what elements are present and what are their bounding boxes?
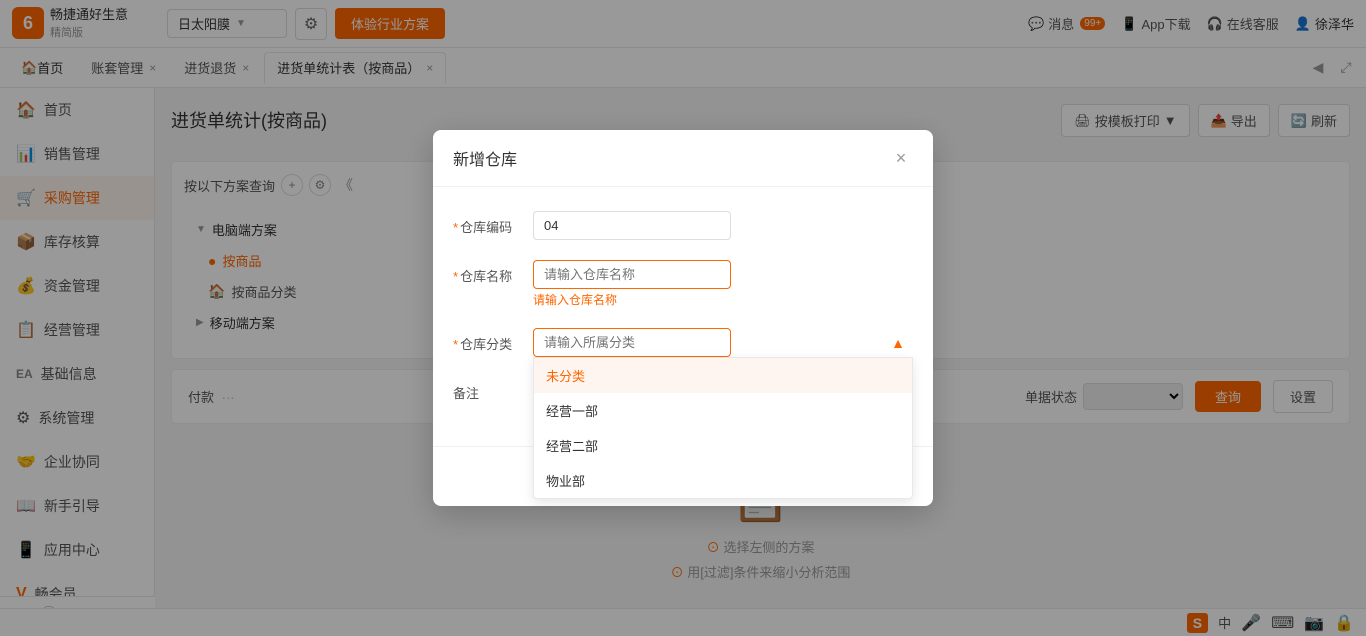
modal-overlay: 新增仓库 × 仓库编码 仓库名称 请输入仓库名称 仓库分类 — [0, 0, 1366, 636]
dropdown-item-1[interactable]: 经营一部 — [534, 393, 912, 428]
form-group-name: 仓库名称 请输入仓库名称 — [453, 260, 913, 308]
category-dropdown: 未分类 经营一部 经营二部 物业部 — [533, 357, 913, 499]
code-field-wrap — [533, 211, 913, 240]
note-label: 备注 — [453, 377, 533, 402]
form-group-category: 仓库分类 ▲ 未分类 经营一部 经营二部 物业部 — [453, 328, 913, 357]
category-input[interactable] — [533, 328, 731, 357]
category-arrow-up-icon: ▲ — [891, 335, 905, 351]
dropdown-item-2[interactable]: 经营二部 — [534, 428, 912, 463]
name-label: 仓库名称 — [453, 260, 533, 285]
modal-header: 新增仓库 × — [433, 130, 933, 187]
category-field-wrap: ▲ 未分类 经营一部 经营二部 物业部 — [533, 328, 913, 357]
form-group-code: 仓库编码 — [453, 211, 913, 240]
name-field-wrap: 请输入仓库名称 — [533, 260, 913, 308]
warehouse-name-input[interactable] — [533, 260, 731, 289]
dropdown-item-0[interactable]: 未分类 — [534, 358, 912, 393]
modal-title: 新增仓库 — [453, 146, 517, 170]
code-label: 仓库编码 — [453, 211, 533, 236]
category-label: 仓库分类 — [453, 328, 533, 353]
dropdown-item-3[interactable]: 物业部 — [534, 463, 912, 498]
category-select-wrap: ▲ — [533, 328, 913, 357]
modal-body: 仓库编码 仓库名称 请输入仓库名称 仓库分类 ▲ — [433, 187, 933, 446]
name-error-msg: 请输入仓库名称 — [533, 291, 913, 308]
modal-add-warehouse: 新增仓库 × 仓库编码 仓库名称 请输入仓库名称 仓库分类 — [433, 130, 933, 506]
modal-close-btn[interactable]: × — [889, 146, 913, 170]
warehouse-code-input[interactable] — [533, 211, 731, 240]
